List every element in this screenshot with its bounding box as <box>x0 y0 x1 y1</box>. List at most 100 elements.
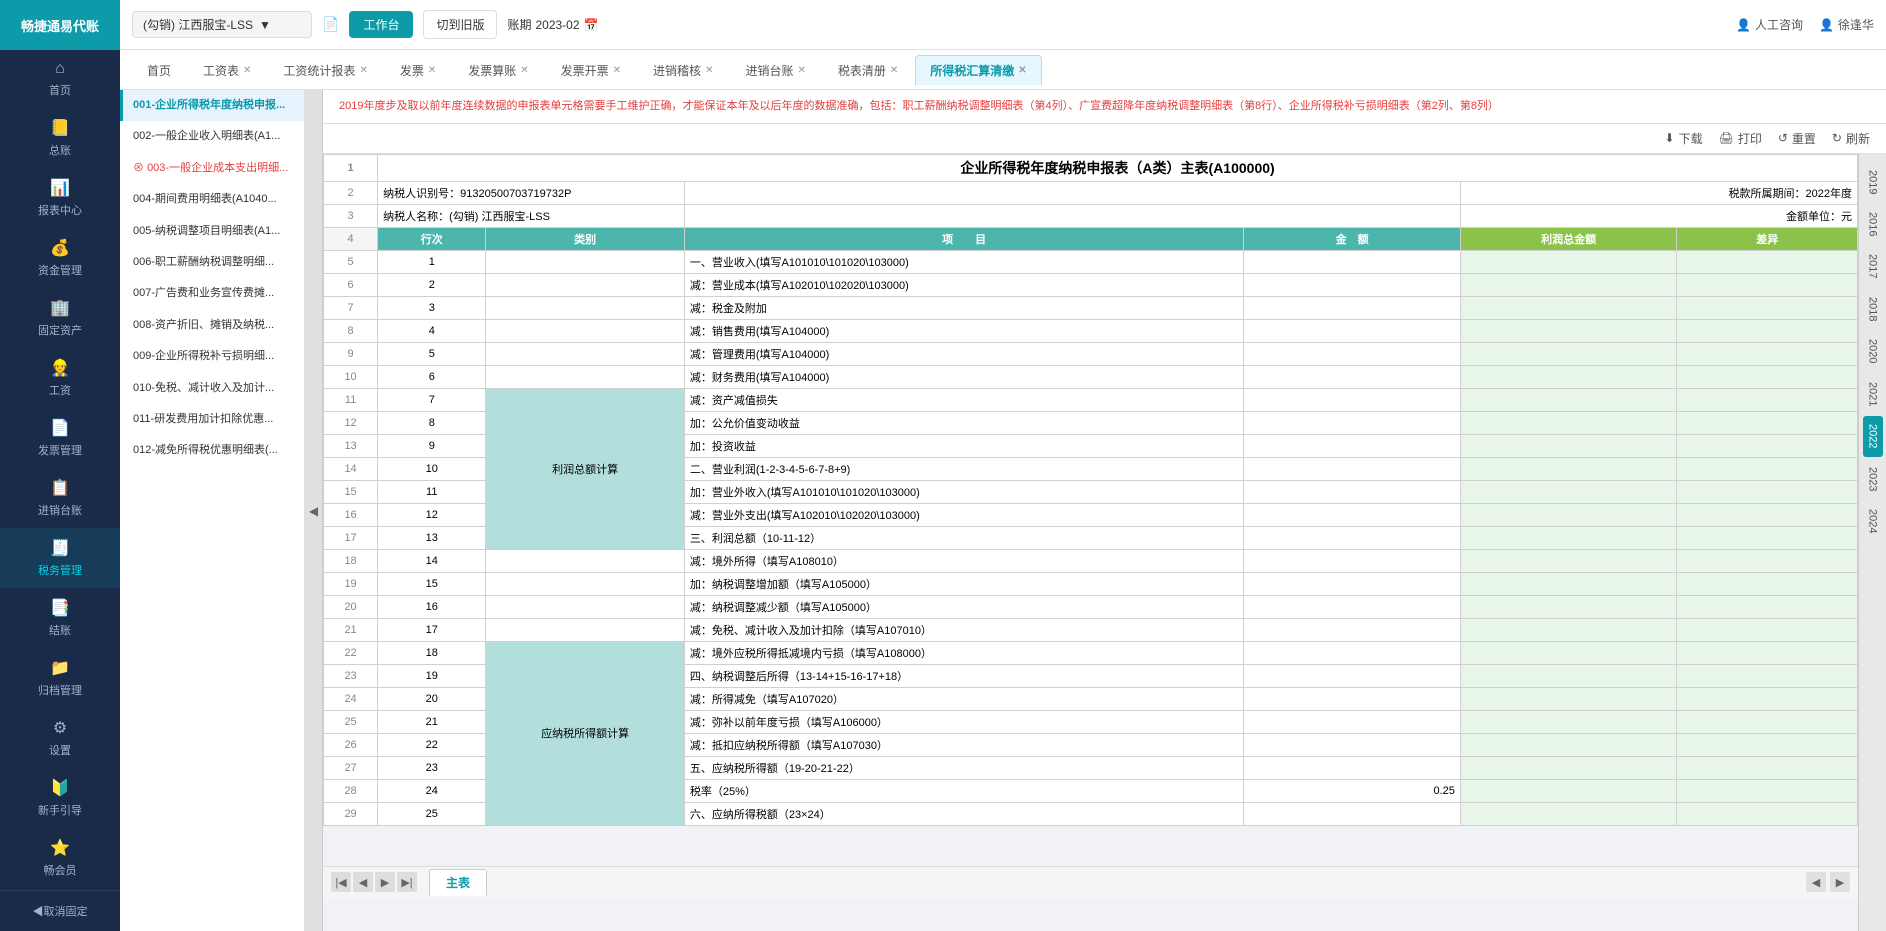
sidebar-item-close-label: 结账 <box>49 622 71 638</box>
tab-payroll-stats[interactable]: 工资统计报表 ✕ <box>268 55 382 85</box>
spreadsheet-area: 1 企业所得税年度纳税申报表（A类）主表(A100000) 2 纳税人识别号：9… <box>323 154 1858 931</box>
year-item-2021[interactable]: 2021 <box>1863 374 1883 414</box>
tab-invoice[interactable]: 发票 ✕ <box>385 55 451 85</box>
download-icon: ⬇ <box>1665 131 1675 145</box>
nav-tabs: 首页 工资表 ✕ 工资统计报表 ✕ 发票 ✕ 发票算账 ✕ 发票开票 ✕ <box>120 50 1886 90</box>
tab-payroll[interactable]: 工资表 ✕ <box>188 55 266 85</box>
unpin-btn[interactable]: ◀取消固定 <box>0 891 120 931</box>
year-item-2024[interactable]: 2024 <box>1863 501 1883 541</box>
sidebar-item-archive-label: 归档管理 <box>38 682 82 698</box>
left-panel-item-012[interactable]: 012-减免所得税优惠明细表(... <box>120 435 304 466</box>
tab-invoice-open[interactable]: 发票开票 ✕ <box>546 55 636 85</box>
year-item-2019[interactable]: 2019 <box>1863 162 1883 202</box>
year-item-2016[interactable]: 2016 <box>1863 204 1883 244</box>
left-panel-item-011[interactable]: 011-研发费用加计扣除优惠... <box>120 404 304 435</box>
reset-label: 重置 <box>1792 130 1816 147</box>
table-row: 1 企业所得税年度纳税申报表（A类）主表(A100000) <box>324 154 1858 181</box>
sidebar-item-home[interactable]: ⌂ 首页 <box>0 50 120 108</box>
guide-icon: 🔰 <box>50 778 70 798</box>
table-row: 3 纳税人名称：(勾销) 江西服宝-LSS 金额单位：元 <box>324 204 1858 227</box>
sidebar-item-payroll[interactable]: 👷 工资 <box>0 348 120 408</box>
download-btn[interactable]: ⬇ 下载 <box>1665 130 1703 147</box>
year-item-2022[interactable]: 2022 <box>1863 416 1883 456</box>
sidebar-item-settings[interactable]: ⚙ 设置 <box>0 708 120 768</box>
left-panel-item-007[interactable]: 007-广告费和业务宣传费摊... <box>120 278 304 309</box>
table-row: 18 14 减：境外所得（填写A108010） <box>324 549 1858 572</box>
sidebar-item-payroll-label: 工资 <box>49 382 71 398</box>
tab-invoice-calc-close[interactable]: ✕ <box>520 65 528 76</box>
sidebar-item-archive[interactable]: 📁 归档管理 <box>0 648 120 708</box>
sidebar-item-ledger[interactable]: 📒 总账 <box>0 108 120 168</box>
tab-tax-list-label: 税表清册 <box>838 62 886 79</box>
left-panel-item-010[interactable]: 010-免税、减计收入及加计... <box>120 373 304 404</box>
refresh-btn[interactable]: ↻ 刷新 <box>1832 130 1870 147</box>
archive-icon: 📁 <box>50 658 70 678</box>
payroll-icon: 👷 <box>50 358 70 378</box>
period-label: 账期 <box>507 16 531 33</box>
tab-check[interactable]: 进销稽核 ✕ <box>638 55 728 85</box>
tax-icon: 🧾 <box>50 538 70 558</box>
sidebar-item-guide[interactable]: 🔰 新手引导 <box>0 768 120 828</box>
workbench-button[interactable]: 工作台 <box>349 11 413 38</box>
tab-home[interactable]: 首页 <box>132 55 186 85</box>
reset-btn[interactable]: ↺ 重置 <box>1778 130 1816 147</box>
table-row: 11 7 利润总额计算 减：资产减值损失 <box>324 388 1858 411</box>
ai-icon: 👤 <box>1736 18 1751 32</box>
left-panel-item-005[interactable]: 005-纳税调整项目明细表(A1... <box>120 216 304 247</box>
year-item-2023[interactable]: 2023 <box>1863 459 1883 499</box>
print-btn[interactable]: 🖨 打印 <box>1719 130 1762 147</box>
sheet-nav-last[interactable]: ▶| <box>397 872 417 892</box>
sidebar-item-vip[interactable]: ⭐ 畅会员 <box>0 828 120 888</box>
sheet-nav-next[interactable]: ▶ <box>375 872 395 892</box>
left-panel-item-006[interactable]: 006-职工薪酬纳税调整明细... <box>120 247 304 278</box>
tab-ledger-close[interactable]: ✕ <box>797 65 805 76</box>
top-bar: (勾销) 江西服宝-LSS ▼ 📄 工作台 切到旧版 账期 2023-02 📅 … <box>120 0 1886 50</box>
settings-icon: ⚙ <box>53 718 67 738</box>
sheet-tabs-right: ◀ ▶ <box>1806 872 1850 892</box>
sheet-tabs-bar: |◀ ◀ ▶ ▶| 主表 ◀ ▶ <box>323 866 1858 898</box>
sidebar-item-assets[interactable]: 🏢 固定资产 <box>0 288 120 348</box>
user-name: 徐逢华 <box>1838 16 1874 33</box>
tab-payroll-stats-close[interactable]: ✕ <box>359 65 367 76</box>
left-panel-item-001[interactable]: 001-企业所得税年度纳税申报... <box>120 90 304 121</box>
sidebar-item-invoice[interactable]: 📄 发票管理 <box>0 408 120 468</box>
sidebar-item-reports[interactable]: 📊 报表中心 <box>0 168 120 228</box>
sheet-tab-main[interactable]: 主表 <box>429 869 487 896</box>
left-panel-item-002[interactable]: 002-一般企业收入明细表(A1... <box>120 121 304 152</box>
ai-consult[interactable]: 👤 人工咨询 <box>1736 16 1803 33</box>
tab-tax-settlement[interactable]: 所得税汇算清缴 ✕ <box>915 55 1041 85</box>
tab-invoice-calc[interactable]: 发票算账 ✕ <box>453 55 543 85</box>
left-panel-item-008[interactable]: 008-资产折旧、摊销及纳税... <box>120 310 304 341</box>
scroll-left-btn[interactable]: ◀ <box>1806 872 1826 892</box>
sidebar-item-close[interactable]: 📑 结账 <box>0 588 120 648</box>
tab-tax-list[interactable]: 税表清册 ✕ <box>823 55 913 85</box>
year-item-2017[interactable]: 2017 <box>1863 246 1883 286</box>
sidebar-item-finance[interactable]: 💰 资金管理 <box>0 228 120 288</box>
left-panel-item-009[interactable]: 009-企业所得税补亏损明细... <box>120 341 304 372</box>
user-profile[interactable]: 👤 徐逢华 <box>1819 16 1874 33</box>
year-item-2020[interactable]: 2020 <box>1863 331 1883 371</box>
tab-tax-settlement-close[interactable]: ✕ <box>1018 65 1026 76</box>
tab-tax-list-close[interactable]: ✕ <box>890 65 898 76</box>
sheet-nav-prev[interactable]: ◀ <box>353 872 373 892</box>
taxpayer-id-label: 纳税人识别号：91320500703719732P <box>378 181 685 204</box>
scroll-right-btn[interactable]: ▶ <box>1830 872 1850 892</box>
tab-payroll-close[interactable]: ✕ <box>243 65 251 76</box>
sheet-nav-first[interactable]: |◀ <box>331 872 351 892</box>
company-selector[interactable]: (勾销) 江西服宝-LSS ▼ <box>132 11 312 38</box>
sidebar-item-assets-label: 固定资产 <box>38 322 82 338</box>
sidebar-item-purchase-sales[interactable]: 📋 进销台账 <box>0 468 120 528</box>
ledger-icon: 📒 <box>50 118 70 138</box>
tab-ledger[interactable]: 进销台账 ✕ <box>730 55 820 85</box>
sidebar-item-tax[interactable]: 🧾 税务管理 <box>0 528 120 588</box>
year-item-2018[interactable]: 2018 <box>1863 289 1883 329</box>
tab-invoice-open-close[interactable]: ✕ <box>613 65 621 76</box>
ai-label: 人工咨询 <box>1755 16 1803 33</box>
calendar-icon[interactable]: 📅 <box>584 18 599 32</box>
left-panel-item-003[interactable]: 003-一般企业成本支出明细... <box>120 153 304 184</box>
tab-check-close[interactable]: ✕ <box>705 65 713 76</box>
collapse-panel-btn[interactable]: ◀ <box>305 90 323 931</box>
left-panel-item-004[interactable]: 004-期间费用明细表(A1040... <box>120 184 304 215</box>
switch-version-button[interactable]: 切到旧版 <box>423 10 497 39</box>
tab-invoice-close[interactable]: ✕ <box>428 65 436 76</box>
